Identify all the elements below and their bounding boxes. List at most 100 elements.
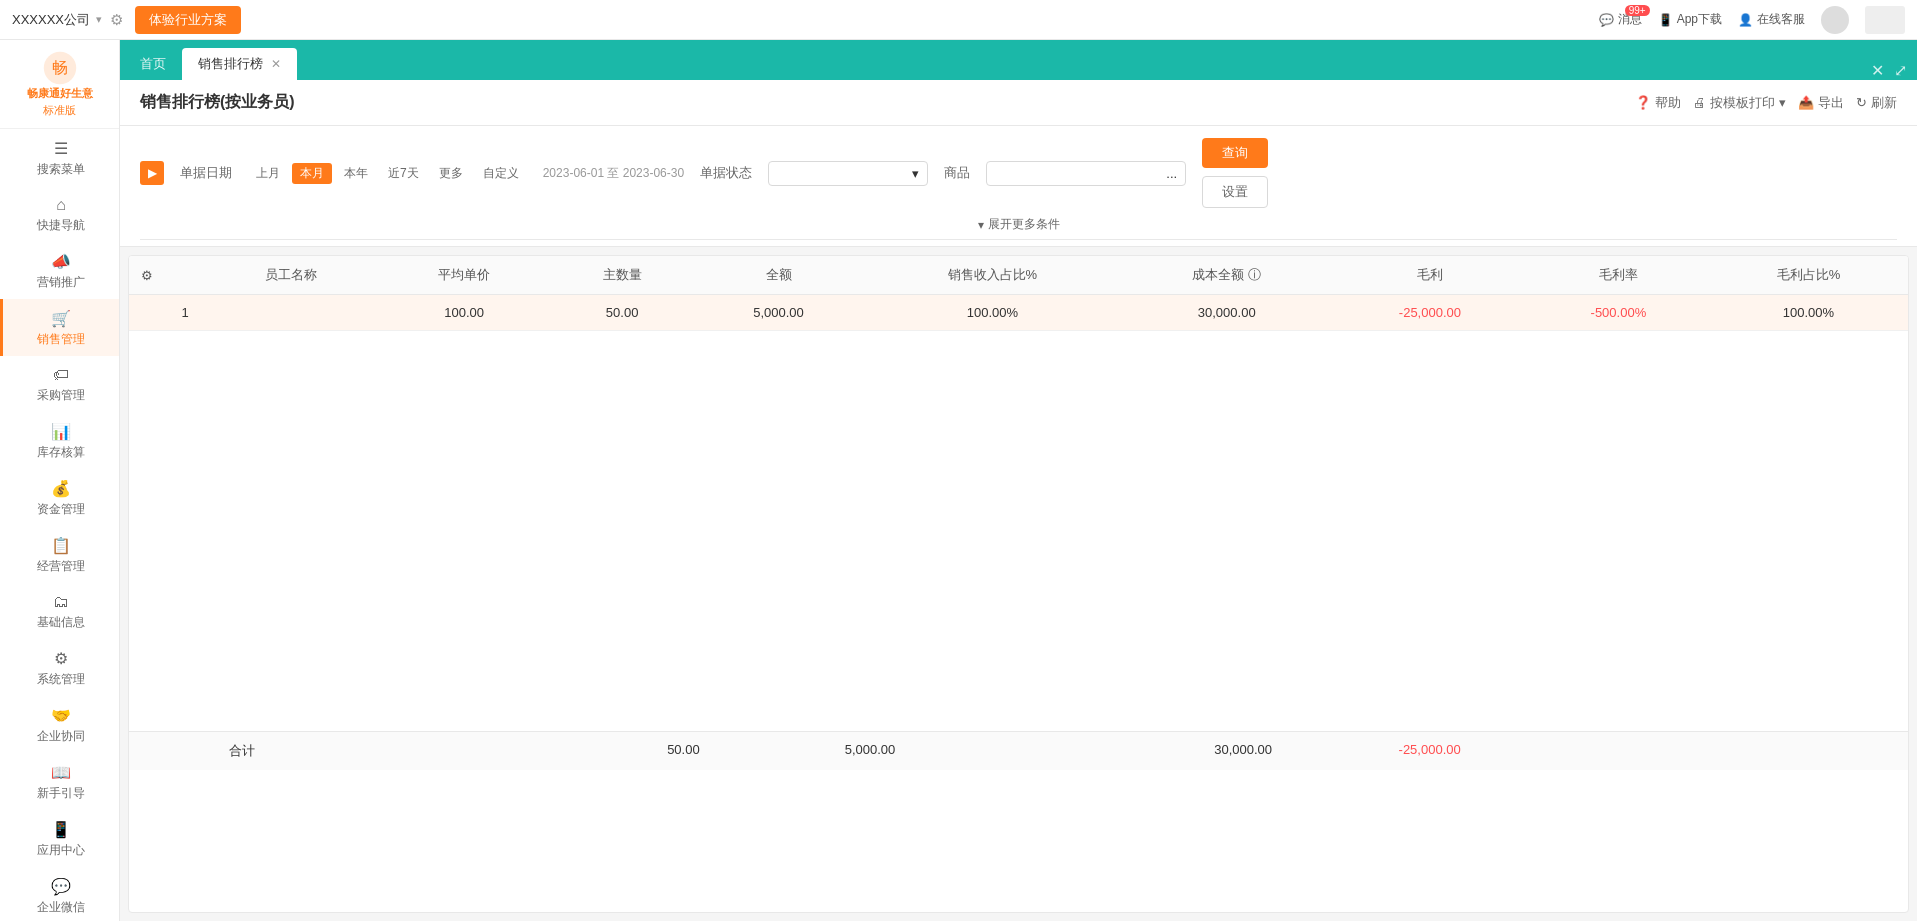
filter-row-1: ▶ 单据日期 上月 本月 本年 近7天 更多 自定义 2023-06-01 至 …	[140, 138, 1897, 208]
page-header: 销售排行榜(按业务员) ❓ 帮助 🖨 按模板打印 ▾ 📤 导出	[120, 80, 1917, 126]
filter-toggle-button[interactable]: ▶	[140, 161, 164, 185]
sidebar-item-label: 搜索菜单	[37, 161, 85, 178]
col-header-sales-pct: 销售收入占比%	[863, 256, 1121, 295]
col-header-name: 员工名称	[205, 256, 378, 295]
online-service-item[interactable]: 👤 在线客服	[1738, 11, 1805, 28]
export-icon: 📤	[1798, 95, 1814, 110]
message-icon: 💬	[1599, 13, 1614, 27]
status-filter-select[interactable]: ▾	[768, 161, 928, 186]
footer-profit-rate	[1523, 742, 1710, 760]
cell-cost: 30,000.00	[1121, 295, 1332, 331]
tab-home[interactable]: 首页	[124, 48, 182, 80]
online-service-icon: 👤	[1738, 13, 1753, 27]
company-selector[interactable]: XXXXXX公司 ▾	[12, 11, 102, 29]
sidebar-item-system[interactable]: ⚙ 系统管理	[0, 639, 119, 696]
col-header-rank	[165, 256, 205, 295]
date-options: 上月 本月 本年 近7天 更多 自定义	[248, 163, 527, 184]
table-body: 1 100.00 50.00 5,000.00 100.00% 30,000.0…	[129, 295, 1908, 331]
sidebar-item-label: 基础信息	[37, 614, 85, 631]
page-content: 销售排行榜(按业务员) ❓ 帮助 🖨 按模板打印 ▾ 📤 导出	[120, 80, 1917, 921]
sidebar-item-marketing[interactable]: 📣 营销推广	[0, 242, 119, 299]
sidebar-item-wechat[interactable]: 💬 企业微信	[0, 867, 119, 921]
app-center-icon: 📱	[51, 820, 71, 839]
col-header-settings[interactable]: ⚙	[129, 256, 165, 295]
sidebar-item-label: 库存核算	[37, 444, 85, 461]
search-orders-icon: ☰	[54, 139, 68, 158]
goods-more-icon: ...	[1166, 166, 1177, 181]
tab-sales-ranking-label: 销售排行榜	[198, 55, 263, 73]
date-option-this-month[interactable]: 本月	[292, 163, 332, 184]
expand-more-conditions-button[interactable]: ▾ 展开更多条件	[978, 216, 1060, 233]
sidebar-item-label: 新手引导	[37, 785, 85, 802]
date-option-more[interactable]: 更多	[431, 163, 471, 184]
sidebar-item-app-center[interactable]: 📱 应用中心	[0, 810, 119, 867]
date-option-last-month[interactable]: 上月	[248, 163, 288, 184]
app-download-item[interactable]: 📱 App下载	[1658, 11, 1722, 28]
sidebar-item-sales[interactable]: 🛒 销售管理	[0, 299, 119, 356]
col-header-amount: 全额	[694, 256, 864, 295]
sidebar-item-label: 系统管理	[37, 671, 85, 688]
footer-sales-pct	[963, 742, 1150, 760]
filter-area: ▶ 单据日期 上月 本月 本年 近7天 更多 自定义 2023-06-01 至 …	[120, 126, 1917, 247]
goods-filter-input[interactable]: ...	[986, 161, 1186, 186]
sidebar-item-basics[interactable]: 🗂 基础信息	[0, 583, 119, 639]
sidebar-item-guide[interactable]: 📖 新手引导	[0, 753, 119, 810]
table-empty-space	[129, 331, 1908, 731]
system-icon: ⚙	[54, 649, 68, 668]
wechat-icon: 💬	[51, 877, 71, 896]
export-button[interactable]: 📤 导出	[1798, 94, 1844, 112]
col-header-profit-rate: 毛利率	[1528, 256, 1709, 295]
query-button[interactable]: 查询	[1202, 138, 1268, 168]
sidebar-item-search-orders[interactable]: ☰ 搜索菜单	[0, 129, 119, 186]
sidebar-item-label: 应用中心	[37, 842, 85, 859]
date-option-this-year[interactable]: 本年	[336, 163, 376, 184]
message-item[interactable]: 💬 消息 99+	[1599, 11, 1642, 28]
date-range-display: 2023-06-01 至 2023-06-30	[543, 165, 684, 182]
footer-cells: 合计 50.00 5,000.00 30,000.00 -25,000.00	[141, 742, 1896, 760]
cell-sales-pct: 100.00%	[863, 295, 1121, 331]
logo-icon: 畅	[42, 50, 78, 86]
tab-close-icon[interactable]: ✕	[271, 57, 281, 71]
sidebar-item-label: 企业微信	[37, 899, 85, 916]
avatar[interactable]	[1821, 6, 1849, 34]
tab-bar: 首页 销售排行榜 ✕ ✕ ⤢	[120, 40, 1917, 80]
finance-icon: 💰	[51, 479, 71, 498]
window-close-icon[interactable]: ✕	[1871, 61, 1884, 80]
date-option-custom[interactable]: 自定义	[475, 163, 527, 184]
logo-app-name: 畅康通好生意	[27, 86, 93, 101]
marketing-icon: 📣	[51, 252, 71, 271]
window-expand-icon[interactable]: ⤢	[1894, 61, 1907, 80]
sidebar-item-inventory[interactable]: 📊 库存核算	[0, 412, 119, 469]
app-download-label: App下载	[1677, 11, 1722, 28]
company-chevron-icon: ▾	[96, 13, 102, 26]
refresh-icon: ↻	[1856, 95, 1867, 110]
tab-sales-ranking[interactable]: 销售排行榜 ✕	[182, 48, 297, 80]
help-button[interactable]: ❓ 帮助	[1635, 94, 1681, 112]
trial-button[interactable]: 体验行业方案	[135, 6, 241, 34]
date-option-last-7-days[interactable]: 近7天	[380, 163, 427, 184]
print-template-button[interactable]: 🖨 按模板打印 ▾	[1693, 94, 1786, 112]
sidebar-item-operations[interactable]: 📋 经营管理	[0, 526, 119, 583]
cell-name	[205, 295, 378, 331]
company-settings-icon[interactable]: ⚙	[110, 11, 123, 29]
sidebar-item-quick-nav[interactable]: ⌂ 快捷导航	[0, 186, 119, 242]
sidebar-item-enterprise[interactable]: 🤝 企业协同	[0, 696, 119, 753]
inventory-icon: 📊	[51, 422, 71, 441]
sidebar-item-finance[interactable]: 💰 资金管理	[0, 469, 119, 526]
refresh-button[interactable]: ↻ 刷新	[1856, 94, 1897, 112]
sidebar-item-label: 企业协同	[37, 728, 85, 745]
content-area: 首页 销售排行榜 ✕ ✕ ⤢ 销售排行榜(按业务员) ❓ 帮助	[120, 40, 1917, 921]
settings-button[interactable]: 设置	[1202, 176, 1268, 208]
col-settings-icon: ⚙	[141, 268, 153, 283]
tab-bar-right: ✕ ⤢	[1861, 61, 1917, 80]
online-service-label: 在线客服	[1757, 11, 1805, 28]
col-header-profit-pct: 毛利占比%	[1709, 256, 1908, 295]
tab-home-label: 首页	[140, 55, 166, 73]
footer-label: 合计	[217, 742, 404, 760]
cell-settings	[129, 295, 165, 331]
enterprise-icon: 🤝	[51, 706, 71, 725]
print-icon: 🖨	[1693, 95, 1706, 110]
print-label: 按模板打印	[1710, 94, 1775, 112]
export-label: 导出	[1818, 94, 1844, 112]
sidebar-item-purchase[interactable]: 🏷 采购管理	[0, 356, 119, 412]
